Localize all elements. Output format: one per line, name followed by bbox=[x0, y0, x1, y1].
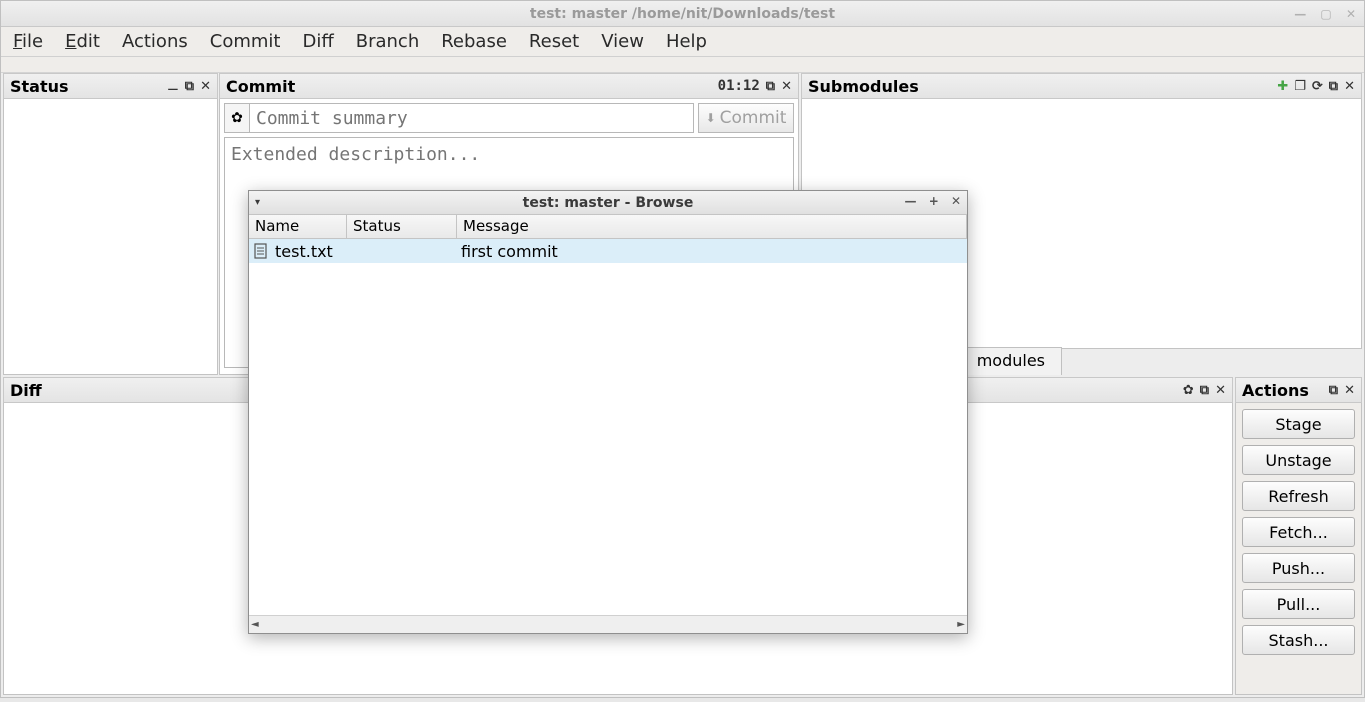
commit-panel-header: Commit 01:12 ⧉ ✕ bbox=[219, 73, 799, 99]
column-header-name[interactable]: Name bbox=[249, 215, 347, 238]
menu-help[interactable]: Help bbox=[666, 31, 707, 52]
commit-summary-input[interactable] bbox=[250, 103, 694, 133]
pull-button[interactable]: Pull... bbox=[1242, 589, 1355, 619]
submodules-panel-title: Submodules bbox=[808, 77, 919, 96]
menu-actions[interactable]: Actions bbox=[122, 31, 188, 52]
window-controls: — ▢ ✕ bbox=[1284, 1, 1356, 27]
submodules-refresh-icon[interactable]: ⟳ bbox=[1312, 79, 1323, 94]
main-window-title: test: master /home/nit/Downloads/test bbox=[530, 6, 835, 22]
submodules-screen-icon[interactable]: ❐ bbox=[1294, 79, 1306, 94]
dialog-maximize-icon[interactable]: + bbox=[929, 194, 939, 208]
browse-dialog-title: test: master - Browse bbox=[249, 195, 967, 211]
commit-button[interactable]: ⬇ Commit bbox=[698, 103, 794, 133]
maximize-icon[interactable]: ▢ bbox=[1320, 7, 1331, 21]
commit-popout-icon[interactable]: ⧉ bbox=[766, 79, 775, 94]
browse-column-headers: Name Status Message bbox=[249, 215, 967, 239]
browse-file-list: test.txt first commit bbox=[249, 239, 967, 615]
diff-popout-icon[interactable]: ⧉ bbox=[1200, 383, 1209, 398]
menu-file[interactable]: File bbox=[13, 31, 43, 52]
status-popout-icon[interactable]: ⧉ bbox=[185, 79, 194, 94]
browse-dialog-titlebar[interactable]: ▾ test: master - Browse — + ✕ bbox=[249, 191, 967, 215]
scroll-right-icon[interactable]: ► bbox=[957, 619, 965, 630]
dialog-minimize-icon[interactable]: — bbox=[905, 194, 917, 208]
stash-button[interactable]: Stash... bbox=[1242, 625, 1355, 655]
menu-edit[interactable]: Edit bbox=[65, 31, 100, 52]
dialog-close-icon[interactable]: ✕ bbox=[951, 194, 961, 208]
diff-close-icon[interactable]: ✕ bbox=[1215, 383, 1226, 398]
toolbar-strip bbox=[1, 57, 1364, 73]
menu-commit[interactable]: Commit bbox=[210, 31, 281, 52]
submodules-add-icon[interactable]: ✚ bbox=[1277, 79, 1288, 94]
file-icon bbox=[253, 243, 269, 259]
close-icon[interactable]: ✕ bbox=[1346, 7, 1356, 21]
refresh-button[interactable]: Refresh bbox=[1242, 481, 1355, 511]
menu-view[interactable]: View bbox=[601, 31, 644, 52]
minimize-icon[interactable]: — bbox=[1294, 7, 1306, 21]
actions-panel: Actions ⧉ ✕ Stage Unstage Refresh Fetch.… bbox=[1235, 377, 1362, 695]
status-collapse-icon[interactable]: ⚊ bbox=[167, 79, 179, 94]
menu-diff[interactable]: Diff bbox=[302, 31, 333, 52]
commit-panel-title: Commit bbox=[226, 77, 295, 96]
dialog-menu-icon[interactable]: ▾ bbox=[255, 197, 260, 208]
status-close-icon[interactable]: ✕ bbox=[200, 79, 211, 94]
actions-panel-title: Actions bbox=[1242, 381, 1309, 400]
submodules-panel-header: Submodules ✚ ❐ ⟳ ⧉ ✕ bbox=[801, 73, 1362, 99]
actions-panel-header: Actions ⧉ ✕ bbox=[1235, 377, 1362, 403]
file-message-label: first commit bbox=[457, 242, 967, 261]
download-icon: ⬇ bbox=[706, 111, 716, 125]
menu-reset[interactable]: Reset bbox=[529, 31, 579, 52]
push-button[interactable]: Push... bbox=[1242, 553, 1355, 583]
status-panel-header: Status ⚊ ⧉ ✕ bbox=[3, 73, 218, 99]
menubar: File Edit Actions Commit Diff Branch Reb… bbox=[1, 27, 1364, 57]
file-row[interactable]: test.txt first commit bbox=[249, 239, 967, 263]
gear-icon: ✿ bbox=[231, 110, 243, 126]
menu-rebase[interactable]: Rebase bbox=[441, 31, 507, 52]
actions-close-icon[interactable]: ✕ bbox=[1344, 383, 1355, 398]
diff-panel-title: Diff bbox=[10, 381, 42, 400]
status-panel-body bbox=[3, 99, 218, 375]
status-panel-title: Status bbox=[10, 77, 69, 96]
file-name-label: test.txt bbox=[275, 242, 333, 261]
submodules-popout-icon[interactable]: ⧉ bbox=[1329, 79, 1338, 94]
commit-button-label: Commit bbox=[720, 108, 787, 128]
browse-horizontal-scrollbar[interactable]: ◄ ► bbox=[249, 615, 967, 633]
commit-time-label: 01:12 bbox=[718, 78, 760, 94]
fetch-button[interactable]: Fetch... bbox=[1242, 517, 1355, 547]
unstage-button[interactable]: Unstage bbox=[1242, 445, 1355, 475]
stage-button[interactable]: Stage bbox=[1242, 409, 1355, 439]
menu-file-underline: F bbox=[13, 31, 22, 52]
column-header-status[interactable]: Status bbox=[347, 215, 457, 238]
browse-dialog: ▾ test: master - Browse — + ✕ Name Statu… bbox=[248, 190, 968, 634]
column-header-message[interactable]: Message bbox=[457, 215, 967, 238]
commit-close-icon[interactable]: ✕ bbox=[781, 79, 792, 94]
menu-branch[interactable]: Branch bbox=[356, 31, 420, 52]
main-window-titlebar: test: master /home/nit/Downloads/test — … bbox=[1, 1, 1364, 27]
actions-popout-icon[interactable]: ⧉ bbox=[1329, 383, 1338, 398]
actions-panel-body: Stage Unstage Refresh Fetch... Push... P… bbox=[1235, 403, 1362, 695]
diff-gear-icon[interactable]: ✿ bbox=[1183, 383, 1194, 398]
submodules-close-icon[interactable]: ✕ bbox=[1344, 79, 1355, 94]
menu-edit-underline: E bbox=[65, 31, 76, 52]
submodules-tab[interactable]: modules bbox=[960, 347, 1062, 375]
scroll-left-icon[interactable]: ◄ bbox=[251, 619, 259, 630]
status-panel: Status ⚊ ⧉ ✕ bbox=[3, 73, 218, 375]
commit-options-button[interactable]: ✿ bbox=[224, 103, 250, 133]
